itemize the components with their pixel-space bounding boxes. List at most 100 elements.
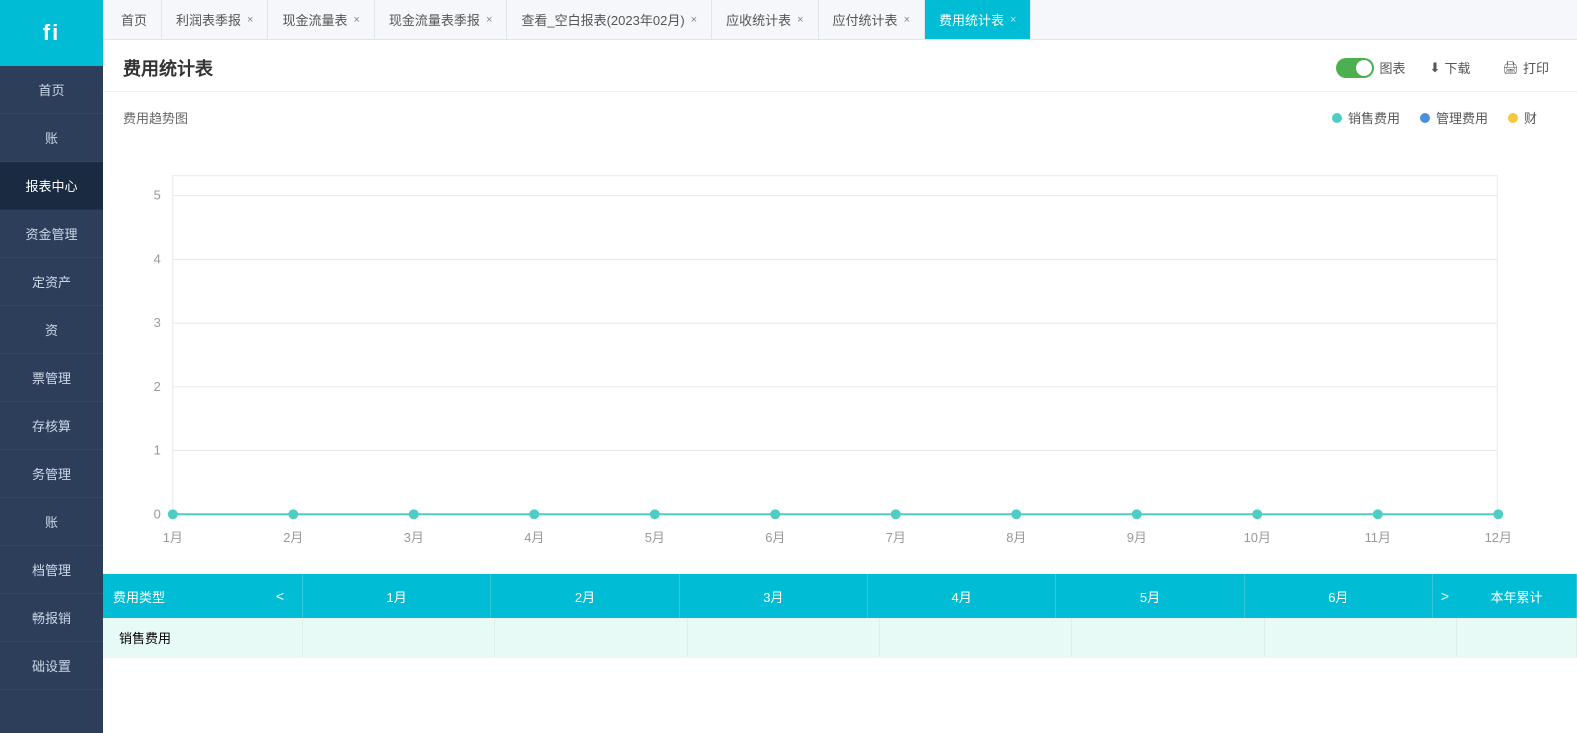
svg-text:5: 5 bbox=[154, 188, 161, 203]
tab-profit-quarterly-close[interactable]: × bbox=[247, 14, 253, 26]
svg-text:5月: 5月 bbox=[645, 530, 665, 545]
svg-text:11月: 11月 bbox=[1365, 530, 1391, 545]
tab-payable-stats[interactable]: 应付统计表 × bbox=[819, 0, 925, 40]
sidebar-item-smooth-writeoff[interactable]: 畅报销 bbox=[0, 594, 103, 642]
chart-section: 费用趋势图 销售费用 管理费用 财 bbox=[103, 92, 1577, 574]
tab-expense-stats[interactable]: 费用统计表 × bbox=[925, 0, 1031, 40]
chart-legend: 销售费用 管理费用 财 bbox=[1332, 108, 1537, 127]
tab-bar: 首页 利润表季报 × 现金流量表 × 现金流量表季报 × 查看_空白报表(202… bbox=[103, 0, 1577, 40]
table-row-sales-expense: 销售费用 bbox=[103, 618, 1577, 658]
col-year-total-header: 本年累计 bbox=[1457, 574, 1577, 618]
svg-text:4: 4 bbox=[154, 251, 161, 266]
tab-profit-quarterly[interactable]: 利润表季报 × bbox=[162, 0, 268, 40]
sidebar-item-basic-settings[interactable]: 础设置 bbox=[0, 642, 103, 690]
legend-item-sales: 销售费用 bbox=[1332, 108, 1400, 127]
page-header: 费用统计表 图表 ⬇ 下载 🖨 打印 bbox=[103, 40, 1577, 92]
tab-cash-flow-close[interactable]: × bbox=[353, 14, 359, 26]
legend-item-management: 管理费用 bbox=[1420, 108, 1488, 127]
legend-dot-management bbox=[1420, 113, 1430, 123]
y-axis: 5 4 3 2 1 bbox=[154, 188, 1498, 522]
svg-text:2: 2 bbox=[154, 379, 161, 394]
page-title: 费用统计表 bbox=[123, 55, 213, 81]
legend-dot-finance bbox=[1508, 113, 1518, 123]
print-button[interactable]: 🖨 打印 bbox=[1494, 54, 1557, 81]
legend-label-sales: 销售费用 bbox=[1348, 108, 1400, 127]
svg-text:9月: 9月 bbox=[1127, 530, 1147, 545]
sidebar-item-ledger[interactable]: 账 bbox=[0, 498, 103, 546]
legend-label-finance: 财 bbox=[1524, 108, 1537, 127]
table-nav: < bbox=[268, 584, 292, 608]
tab-cash-flow-quarterly[interactable]: 现金流量表季报 × bbox=[375, 0, 507, 40]
col-month-2-header: 2月 bbox=[491, 574, 679, 618]
x-axis: 1月 2月 3月 4月 5月 6月 7月 8月 9月 10月 11月 12月 bbox=[163, 530, 1512, 545]
print-label: 打印 bbox=[1523, 58, 1549, 77]
tab-payable-stats-label: 应付统计表 bbox=[833, 10, 898, 29]
svg-text:8月: 8月 bbox=[1006, 530, 1026, 545]
download-label: 下载 bbox=[1444, 58, 1470, 77]
tab-receivable-stats-label: 应收统计表 bbox=[726, 10, 791, 29]
sidebar-item-home[interactable]: 首页 bbox=[0, 66, 103, 114]
col-month-4-header: 4月 bbox=[868, 574, 1056, 618]
svg-text:0: 0 bbox=[154, 506, 161, 521]
tab-check-blank-close[interactable]: × bbox=[691, 14, 697, 26]
sidebar-item-report-center[interactable]: 报表中心 bbox=[0, 162, 103, 210]
sales-expense-m2 bbox=[495, 618, 687, 657]
sales-expense-m4 bbox=[880, 618, 1072, 657]
chart-toggle[interactable] bbox=[1336, 58, 1374, 78]
next-month-button[interactable]: > bbox=[1433, 584, 1457, 608]
sidebar-item-fund-management[interactable]: 资金管理 bbox=[0, 210, 103, 258]
tab-cash-flow-quarterly-close[interactable]: × bbox=[486, 14, 492, 26]
col-month-3-header: 3月 bbox=[680, 574, 868, 618]
svg-text:2月: 2月 bbox=[283, 530, 303, 545]
tab-home-label: 首页 bbox=[121, 10, 147, 29]
col-type-header: 费用类型 < bbox=[103, 574, 303, 618]
trend-chart: 5 4 3 2 1 bbox=[123, 135, 1557, 555]
main-area: 首页 利润表季报 × 现金流量表 × 现金流量表季报 × 查看_空白报表(202… bbox=[103, 0, 1577, 733]
sales-expense-m1 bbox=[303, 618, 495, 657]
sidebar-item-archive-management[interactable]: 档管理 bbox=[0, 546, 103, 594]
tab-check-blank[interactable]: 查看_空白报表(2023年02月) × bbox=[507, 0, 712, 40]
svg-text:3月: 3月 bbox=[404, 530, 424, 545]
svg-text:1月: 1月 bbox=[163, 530, 183, 545]
tab-expense-stats-close[interactable]: × bbox=[1010, 14, 1016, 26]
tab-receivable-stats-close[interactable]: × bbox=[797, 14, 803, 26]
sidebar-item-account[interactable]: 账 bbox=[0, 114, 103, 162]
sidebar-item-service-management[interactable]: 务管理 bbox=[0, 450, 103, 498]
tab-cash-flow-quarterly-label: 现金流量表季报 bbox=[389, 10, 480, 29]
sales-expense-m6 bbox=[1265, 618, 1457, 657]
tab-cash-flow[interactable]: 现金流量表 × bbox=[268, 0, 374, 40]
legend-label-management: 管理费用 bbox=[1436, 108, 1488, 127]
sidebar-item-fixed-assets[interactable]: 定资产 bbox=[0, 258, 103, 306]
tab-profit-quarterly-label: 利润表季报 bbox=[176, 10, 241, 29]
col-month-1-header: 1月 bbox=[303, 574, 491, 618]
legend-item-finance: 财 bbox=[1508, 108, 1537, 127]
header-actions: 图表 ⬇ 下载 🖨 打印 bbox=[1336, 54, 1557, 81]
chart-toggle-wrap[interactable]: 图表 bbox=[1336, 58, 1406, 78]
chart-toggle-label: 图表 bbox=[1380, 58, 1406, 77]
sales-expense-year bbox=[1457, 618, 1577, 657]
sidebar-item-capital[interactable]: 资 bbox=[0, 306, 103, 354]
tab-cash-flow-label: 现金流量表 bbox=[282, 10, 347, 29]
tab-check-blank-label: 查看_空白报表(2023年02月) bbox=[521, 10, 684, 29]
prev-month-button[interactable]: < bbox=[268, 584, 292, 608]
sales-expense-m3 bbox=[688, 618, 880, 657]
tab-home[interactable]: 首页 bbox=[107, 0, 162, 40]
table-section: 费用类型 < 1月 2月 3月 4月 5月 6月 > 本年累计 销售费用 bbox=[103, 574, 1577, 658]
svg-text:4月: 4月 bbox=[524, 530, 544, 545]
tab-receivable-stats[interactable]: 应收统计表 × bbox=[712, 0, 818, 40]
sidebar: fi 首页 账 报表中心 资金管理 定资产 资 票管理 存核算 务管理 账 档管… bbox=[0, 0, 103, 733]
svg-text:6月: 6月 bbox=[765, 530, 785, 545]
sidebar-item-invoice-management[interactable]: 票管理 bbox=[0, 354, 103, 402]
chart-area: 费用趋势图 销售费用 管理费用 财 bbox=[123, 108, 1557, 558]
svg-text:12月: 12月 bbox=[1485, 530, 1512, 545]
sales-expense-type: 销售费用 bbox=[103, 618, 303, 657]
toggle-knob bbox=[1356, 60, 1372, 76]
svg-text:1: 1 bbox=[154, 443, 161, 458]
col-month-6-header: 6月 bbox=[1245, 574, 1433, 618]
download-button[interactable]: ⬇ 下载 bbox=[1422, 54, 1479, 81]
svg-text:3: 3 bbox=[154, 315, 161, 330]
col-type-label: 费用类型 bbox=[113, 587, 165, 606]
tab-expense-stats-label: 费用统计表 bbox=[939, 10, 1004, 29]
sidebar-item-inventory-settlement[interactable]: 存核算 bbox=[0, 402, 103, 450]
tab-payable-stats-close[interactable]: × bbox=[904, 14, 910, 26]
